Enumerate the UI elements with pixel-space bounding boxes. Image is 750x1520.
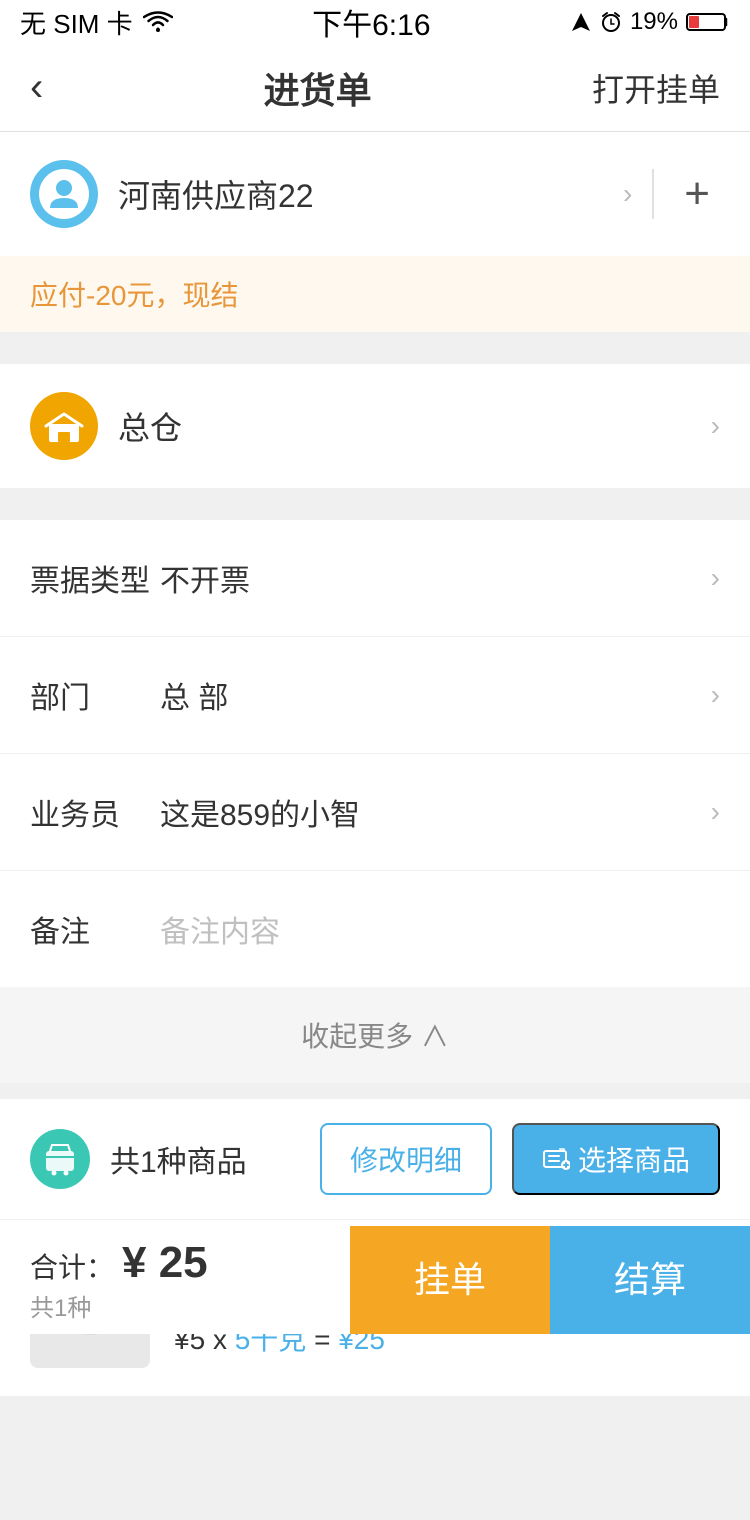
open-pending-button[interactable]: 打开挂单 [592,65,720,111]
hang-button[interactable]: 挂单 [350,1226,550,1334]
location-icon [570,11,592,33]
warehouse-icon-wrap [30,392,98,460]
carrier-text: 无 SIM 卡 [20,4,133,41]
gap2 [0,504,750,520]
product-header: 共1种商品 修改明细 选择商品 [0,1099,750,1220]
supplier-alert: 应付-20元，现结 [0,256,750,332]
bottom-spacer [0,1412,750,1520]
remark-row[interactable]: 备注 备注内容 [0,871,750,987]
cart-icon [42,1141,78,1177]
invoice-chevron-icon: › [711,562,720,594]
form-section: 票据类型 不开票 › 部门 总 部 › 业务员 这是859的小智 › 备注 备注… [0,520,750,987]
warehouse-label: 总仓 [118,403,711,449]
vertical-divider [652,169,654,219]
supplier-avatar [30,160,98,228]
department-row[interactable]: 部门 总 部 › [0,637,750,754]
select-product-label: 选择商品 [578,1139,690,1179]
checkout-button[interactable]: 结算 [550,1226,750,1334]
alarm-icon [600,11,622,33]
add-button[interactable]: + [674,169,720,219]
person-icon [46,176,82,212]
bottom-bar: 合计： ¥ 25 共1种 挂单 结算 [0,1226,750,1334]
edit-detail-button[interactable]: 修改明细 [320,1123,492,1195]
total-count: 共1种 [30,1288,320,1323]
supplier-name: 河南供应商22 [118,171,623,217]
department-label: 部门 [30,673,160,717]
avatar-inner [39,169,89,219]
product-icon-wrap [30,1129,90,1189]
invoice-type-value: 不开票 [160,556,711,600]
status-bar: 无 SIM 卡 下午6:16 19% [0,0,750,44]
warehouse-section[interactable]: 总仓 › [0,364,750,488]
battery-percent: 19% [630,8,678,36]
salesperson-row[interactable]: 业务员 这是859的小智 › [0,754,750,871]
collapse-button[interactable]: 收起更多 ∧ [0,987,750,1083]
status-right: 19% [570,8,730,36]
gap1 [0,348,750,364]
total-area: 合计： ¥ 25 共1种 [0,1238,350,1323]
status-left: 无 SIM 卡 [20,4,173,41]
invoice-type-label: 票据类型 [30,556,160,600]
warehouse-chevron-icon: › [711,410,720,442]
total-row: 合计： ¥ 25 [30,1238,320,1288]
back-button[interactable]: ‹ [30,65,43,110]
supplier-chevron-icon: › [623,178,632,210]
select-icon [542,1145,570,1173]
salesperson-label: 业务员 [30,790,160,834]
remark-label: 备注 [30,907,160,951]
battery-icon [686,11,730,33]
total-amount: ¥ 25 [122,1238,208,1288]
total-label: 合计： [30,1246,114,1286]
department-value: 总 部 [160,673,711,717]
select-product-button[interactable]: 选择商品 [512,1123,720,1195]
wifi-icon [143,11,173,33]
status-time: 下午6:16 [312,0,430,44]
invoice-type-row[interactable]: 票据类型 不开票 › [0,520,750,637]
nav-bar: ‹ 进货单 打开挂单 [0,44,750,132]
department-chevron-icon: › [711,679,720,711]
remark-value: 备注内容 [160,907,720,951]
product-count-label: 共1种商品 [110,1137,300,1181]
supplier-row[interactable]: 河南供应商22 › + [0,132,750,256]
salesperson-chevron-icon: › [711,796,720,828]
page-title: 进货单 [264,62,372,114]
supplier-section: 河南供应商22 › + 应付-20元，现结 [0,132,750,332]
warehouse-icon [44,406,84,446]
salesperson-value: 这是859的小智 [160,790,711,834]
